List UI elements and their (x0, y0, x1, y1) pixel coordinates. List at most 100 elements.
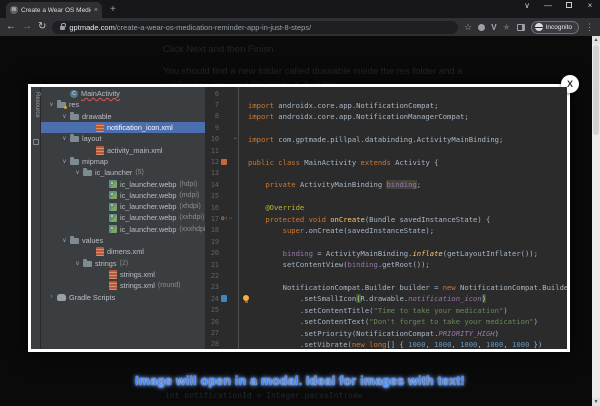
code-token: 1000 (460, 339, 478, 349)
reload-button[interactable]: ↻ (38, 18, 46, 36)
code-line: .setSmallIcon(R.drawable. notification_ic… (240, 293, 567, 304)
code-token: androidx.core.app.NotificationCompat; (278, 100, 439, 110)
gutter-line: 14 (205, 179, 239, 190)
tree-item: strings.xml (round) (41, 280, 205, 291)
code-token: .setPriority(NotificationCompat. (248, 328, 439, 338)
page-scrollbar[interactable]: ▲ ▼ (592, 36, 600, 406)
line-number: 13 (210, 169, 219, 178)
chevron-down-icon: ∨ (62, 158, 67, 165)
address-bar[interactable]: gptmade.com/create-a-wear-os-medication-… (52, 20, 459, 34)
code-token: notification_icon (408, 294, 482, 304)
tab-title: Create a Wear OS Medication Re (21, 6, 91, 14)
side-panel-icon[interactable] (516, 23, 525, 31)
gutter-line: 25 (205, 305, 239, 316)
maximize-icon (566, 2, 572, 8)
code-token: extends (360, 157, 396, 167)
code-token: public class (248, 157, 305, 167)
code-line: import androidx.core.app.NotificationCom… (240, 99, 567, 110)
code-token: .setVibrate( (248, 339, 352, 349)
gutter-line: 26 (205, 316, 239, 327)
xml-icon (96, 123, 104, 133)
code-token: binding (386, 180, 417, 190)
webp-icon (109, 213, 117, 222)
code-token: binding (282, 248, 313, 258)
line-number: 23 (210, 283, 219, 292)
tab-search-icon[interactable]: ∨ (521, 1, 533, 10)
browser-toolbar: ← → ↻ gptmade.com/create-a-wear-os-medic… (0, 18, 600, 36)
star-extension-icon[interactable]: ★ (503, 22, 511, 33)
code-token: .setSmallIcon (248, 294, 357, 304)
maximize-button[interactable] (563, 1, 575, 10)
minimize-button[interactable]: — (542, 1, 554, 10)
incognito-badge[interactable]: Incognito (530, 20, 579, 34)
back-button[interactable]: ← (6, 18, 16, 36)
tree-item-label: mipmap (82, 156, 108, 166)
forward-button[interactable]: → (22, 18, 32, 36)
tree-item: › Gradle Scripts (41, 291, 205, 302)
gutter-line: 16 (205, 202, 239, 213)
tree-item-note: (hdpi) (179, 180, 198, 188)
code-token: , (451, 339, 461, 349)
folder-icon (70, 134, 79, 143)
window-controls: ∨ — × (521, 1, 596, 10)
tree-item: ∨ strings (2) (41, 258, 205, 269)
code-token: protected void (265, 214, 331, 224)
code-token: inflate (412, 248, 443, 258)
line-number: 15 (210, 192, 219, 201)
code-token: @Override (265, 203, 305, 213)
project-tree: C MainActivity ∨ res ∨ drawable notification_i… (41, 87, 205, 349)
v-extension-icon[interactable]: V (491, 23, 496, 32)
secure-lock-icon[interactable] (60, 23, 66, 30)
code-token: setContentView( (248, 260, 348, 270)
scroll-down-button[interactable]: ▼ (592, 398, 600, 406)
code-token: R.drawable. (360, 294, 409, 304)
code-token: new long (351, 339, 387, 349)
browser-tab[interactable]: W Create a Wear OS Medication Re × (6, 2, 102, 18)
image-caption: Image will open in a modal. Ideal for im… (135, 374, 465, 388)
tree-item: ∨ ic_launcher (5) (41, 167, 205, 178)
code-token: com.gptmade.pillpal.databinding.Activity… (278, 134, 504, 144)
scrollbar-thumb[interactable] (593, 45, 599, 135)
code-token: 1000 (434, 339, 452, 349)
chevron-down-icon: ∨ (62, 113, 67, 120)
code-token: , (425, 339, 435, 349)
new-tab-button[interactable]: + (110, 2, 116, 18)
menu-dots-icon[interactable]: ⋮ (585, 22, 594, 33)
tree-item: ∨ drawable (41, 111, 205, 122)
dimmed-paragraph: Click Next and then Finish. (163, 44, 276, 55)
gutter-line: 15 (205, 191, 239, 202)
tree-item-note: (xxxhdpi) (179, 225, 205, 233)
gutter-line: 20 (205, 248, 239, 259)
line-number: 18 (210, 226, 219, 235)
close-window-button[interactable]: × (584, 1, 596, 10)
editor-gutter: 6 7 8 9 10−11 12 13 14 15 16 17 o↑ ○ 18 19 20 21 22 23 24 25… (205, 87, 239, 349)
code-line: @Override (240, 202, 567, 213)
tree-item-label: activity_main.xml (107, 145, 163, 155)
line-number: 10 (210, 135, 219, 144)
chevron-down-icon: ∨ (62, 238, 67, 245)
tree-item-label: strings.xml (120, 281, 155, 291)
line-number: 22 (210, 272, 219, 281)
tab-close-icon[interactable]: × (94, 7, 98, 14)
line-number: 19 (210, 237, 219, 246)
incognito-label: Incognito (545, 23, 572, 31)
tree-item-note: (2) (119, 259, 129, 267)
gutter-line: 11 (205, 145, 239, 156)
code-token: import (248, 111, 279, 121)
tree-item-label: dimens.xml (107, 247, 144, 257)
tree-item-label: ic_launcher (95, 168, 133, 178)
bookmark-star-icon[interactable]: ☆ (464, 22, 472, 33)
code-line: protected void onCreate (Bundle savedInst… (240, 213, 567, 224)
page-backdrop[interactable]: Click Next and then Finish. You should f… (0, 36, 600, 406)
code-token: .onCreate(savedInstanceState); (304, 225, 435, 235)
tree-item: C MainActivity (41, 88, 205, 99)
tool-window-stripe: Resource (31, 87, 41, 349)
gutter-line: 27 (205, 327, 239, 338)
line-number: 26 (210, 317, 219, 326)
scroll-up-button[interactable]: ▲ (592, 36, 600, 44)
code-token: .getRoot()); (377, 260, 430, 270)
gutter-line: 19 (205, 236, 239, 247)
extension-circle-icon[interactable] (478, 23, 486, 31)
